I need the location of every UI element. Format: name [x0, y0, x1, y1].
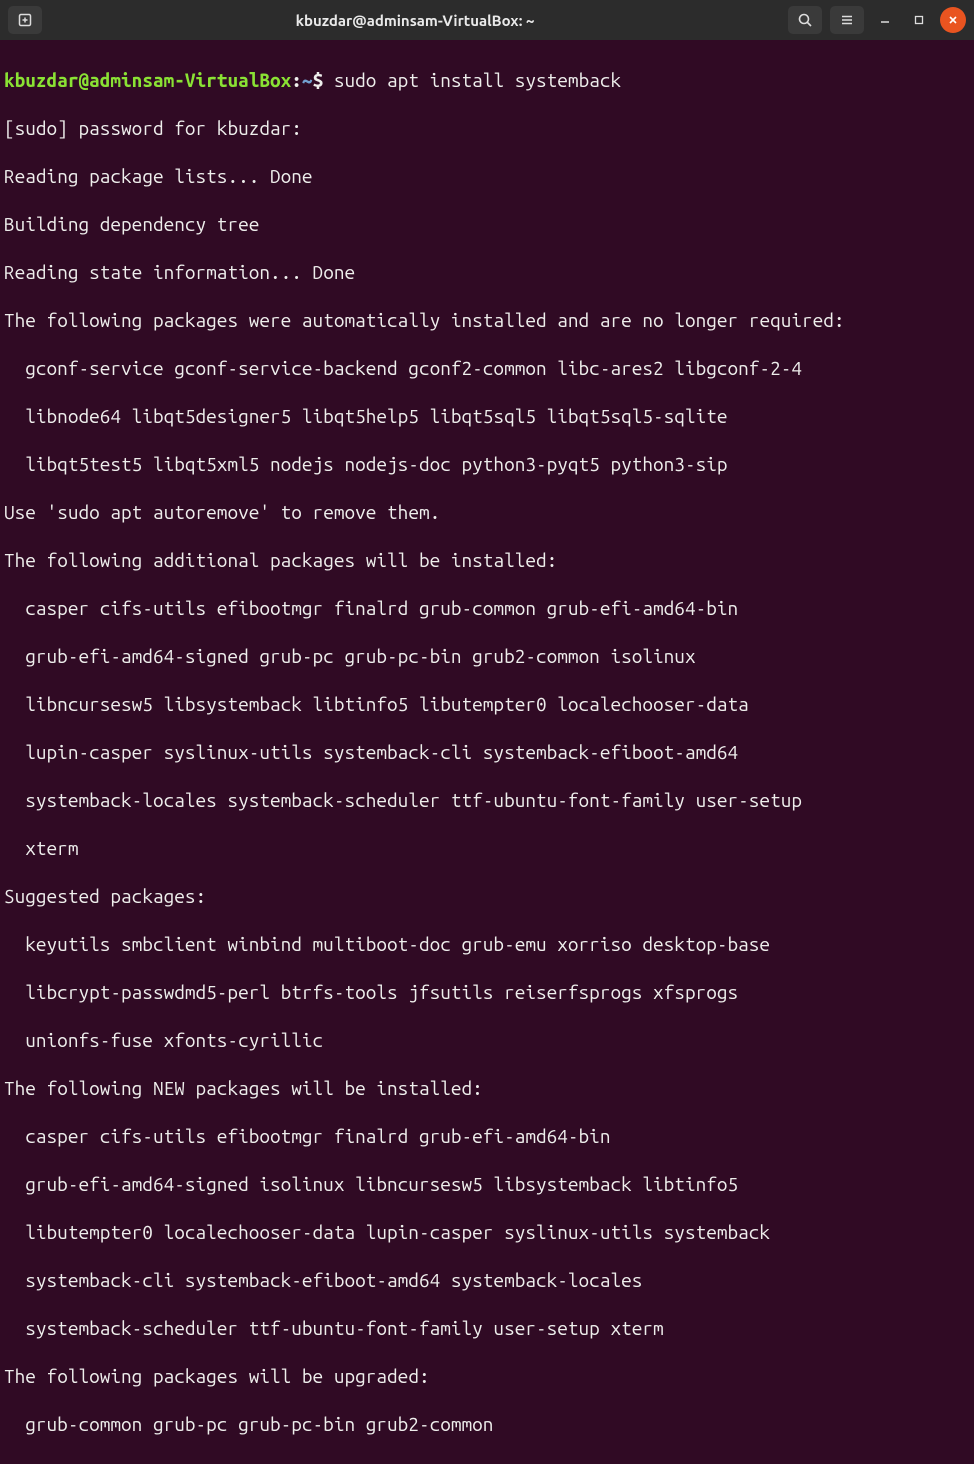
- output-line-indent: casper cifs-utils efibootmgr finalrd gru…: [4, 1124, 970, 1148]
- titlebar-right: [788, 6, 966, 34]
- output-line-indent: grub-efi-amd64-signed grub-pc grub-pc-bi…: [4, 644, 970, 668]
- output-line-indent: keyutils smbclient winbind multiboot-doc…: [4, 932, 970, 956]
- output-line: Reading package lists... Done: [4, 164, 970, 188]
- output-line-indent: gconf-service gconf-service-backend gcon…: [4, 356, 970, 380]
- prompt-colon: :: [291, 69, 302, 91]
- output-line-indent: systemback-locales systemback-scheduler …: [4, 788, 970, 812]
- output-line-indent: unionfs-fuse xfonts-cyrillic: [4, 1028, 970, 1052]
- command-text: sudo apt install systemback: [334, 69, 621, 91]
- output-line-indent: xterm: [4, 836, 970, 860]
- output-line: Suggested packages:: [4, 884, 970, 908]
- output-line: The following packages will be upgraded:: [4, 1364, 970, 1388]
- output-line-indent: systemback-scheduler ttf-ubuntu-font-fam…: [4, 1316, 970, 1340]
- new-tab-button[interactable]: [8, 6, 42, 34]
- maximize-button[interactable]: [906, 7, 932, 33]
- output-line-indent: libcrypt-passwdmd5-perl btrfs-tools jfsu…: [4, 980, 970, 1004]
- search-button[interactable]: [788, 6, 822, 34]
- titlebar-left: [8, 6, 42, 34]
- output-line-indent: libqt5test5 libqt5xml5 nodejs nodejs-doc…: [4, 452, 970, 476]
- prompt-path: ~: [302, 69, 313, 91]
- output-line: Use 'sudo apt autoremove' to remove them…: [4, 500, 970, 524]
- output-line-indent: grub-common grub-pc grub-pc-bin grub2-co…: [4, 1412, 970, 1436]
- minimize-button[interactable]: [872, 7, 898, 33]
- prompt-userhost: kbuzdar@adminsam-VirtualBox: [4, 69, 291, 91]
- output-line-indent: libnode64 libqt5designer5 libqt5help5 li…: [4, 404, 970, 428]
- prompt-dollar: $: [313, 69, 334, 91]
- output-line: The following packages were automaticall…: [4, 308, 970, 332]
- output-line-indent: libutempter0 localechooser-data lupin-ca…: [4, 1220, 970, 1244]
- output-line: The following NEW packages will be insta…: [4, 1076, 970, 1100]
- window-titlebar: kbuzdar@adminsam-VirtualBox: ~: [0, 0, 974, 40]
- prompt-line: kbuzdar@adminsam-VirtualBox:~$ sudo apt …: [4, 68, 970, 92]
- terminal-output[interactable]: kbuzdar@adminsam-VirtualBox:~$ sudo apt …: [0, 40, 974, 1464]
- output-line: Reading state information... Done: [4, 260, 970, 284]
- window-title: kbuzdar@adminsam-VirtualBox: ~: [50, 12, 780, 29]
- close-button[interactable]: [940, 7, 966, 33]
- output-line: The following additional packages will b…: [4, 548, 970, 572]
- menu-button[interactable]: [830, 6, 864, 34]
- output-line-indent: grub-efi-amd64-signed isolinux libncurse…: [4, 1172, 970, 1196]
- output-line: Building dependency tree: [4, 212, 970, 236]
- output-line-indent: libncursesw5 libsystemback libtinfo5 lib…: [4, 692, 970, 716]
- output-line-indent: lupin-casper syslinux-utils systemback-c…: [4, 740, 970, 764]
- output-line: [sudo] password for kbuzdar:: [4, 116, 970, 140]
- output-line-indent: casper cifs-utils efibootmgr finalrd gru…: [4, 596, 970, 620]
- output-line-indent: systemback-cli systemback-efiboot-amd64 …: [4, 1268, 970, 1292]
